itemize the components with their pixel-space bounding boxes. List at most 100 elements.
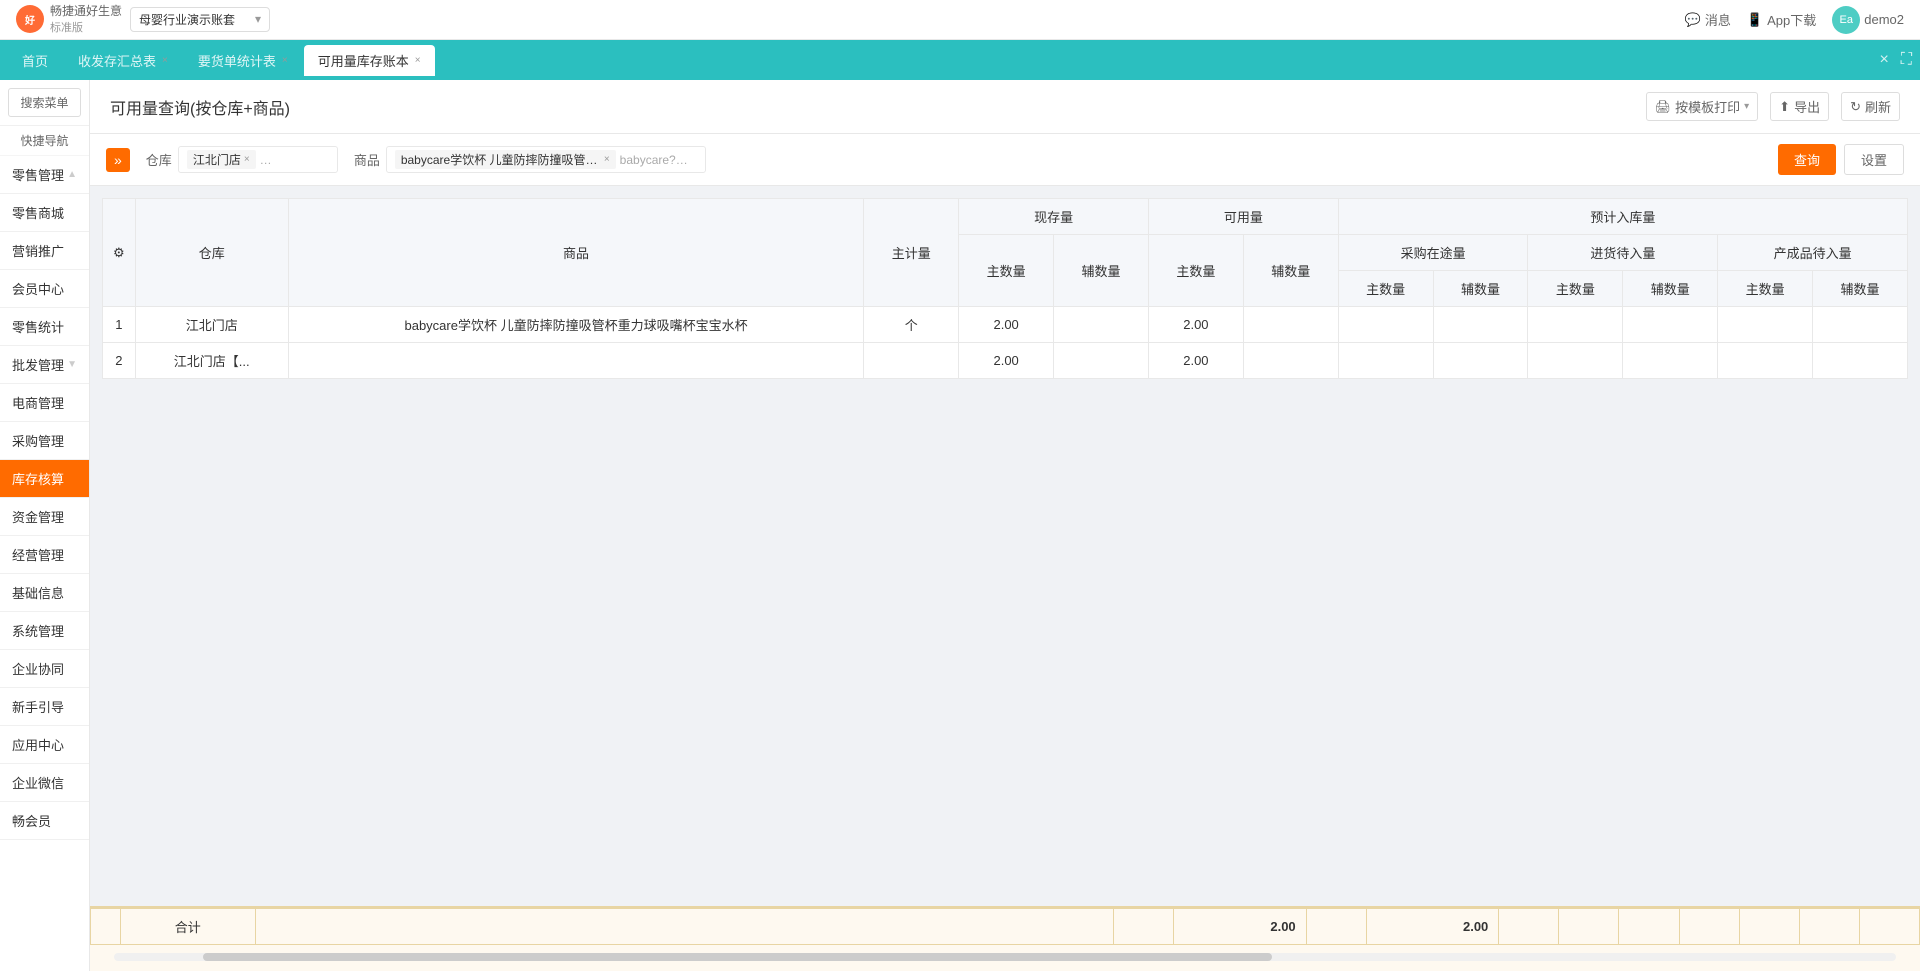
table-area: ⚙ 仓库 商品 主计量 现存量 可用量 预计入库量 主数量 辅数量 主数量 辅数… bbox=[90, 186, 1920, 906]
sidebar-item-purchase[interactable]: 采购管理 bbox=[0, 422, 89, 460]
col-avail-main-header: 主数量 bbox=[1148, 235, 1243, 307]
sidebar-enterprise-wechat-label: 企业微信 bbox=[12, 773, 64, 792]
sidebar-item-basic-info[interactable]: 基础信息 bbox=[0, 574, 89, 612]
page-title: 可用量查询(按仓库+商品) bbox=[110, 95, 290, 119]
sidebar-basic-info-label: 基础信息 bbox=[12, 583, 64, 602]
tab-order-stats-close[interactable]: × bbox=[282, 55, 288, 66]
tab-order-stats[interactable]: 要货单统计表 × bbox=[184, 45, 302, 76]
tab-available-inventory[interactable]: 可用量库存账本 × bbox=[304, 45, 435, 76]
template-print-btn[interactable]: 🖨 按模板打印 ▾ bbox=[1646, 92, 1759, 121]
warehouse-tag-text: 江北门店 bbox=[193, 151, 241, 168]
filter-area: » 仓库 江北门店 × … 商品 babycare学饮杯 儿童防摔防撞吸管杯重力… bbox=[90, 134, 1920, 186]
sidebar-item-new-guide[interactable]: 新手引导 bbox=[0, 688, 89, 726]
user-avatar: Ea bbox=[1832, 6, 1860, 34]
sidebar-app-center-label: 应用中心 bbox=[12, 735, 64, 754]
tab-collection-close[interactable]: × bbox=[162, 55, 168, 66]
product-more-text: babycare?… bbox=[620, 153, 688, 167]
product-tags-input[interactable]: babycare学饮杯 儿童防摔防撞吸管杯重力球吸嘴杯宝宝水杯 × babyca… bbox=[386, 146, 706, 173]
fullscreen-btn[interactable]: ⛶ bbox=[1901, 51, 1912, 69]
warehouse-tag-close[interactable]: × bbox=[244, 154, 250, 165]
row1-in-main bbox=[1528, 307, 1623, 343]
search-menu-btn[interactable]: 搜索菜单 bbox=[8, 88, 81, 117]
row2-in-main bbox=[1528, 343, 1623, 379]
sidebar-item-retail-stats[interactable]: 零售统计 bbox=[0, 308, 89, 346]
footer-label: 合计 bbox=[121, 909, 256, 945]
col-in-main-header: 主数量 bbox=[1528, 271, 1623, 307]
warehouse-tags-input[interactable]: 江北门店 × … bbox=[178, 146, 338, 173]
tab-collection[interactable]: 收发存汇总表 × bbox=[64, 45, 182, 76]
row1-unit: 个 bbox=[864, 307, 959, 343]
row1-product: babycare学饮杯 儿童防摔防撞吸管杯重力球吸嘴杯宝宝水杯 bbox=[288, 307, 864, 343]
refresh-btn[interactable]: ↻ 刷新 bbox=[1841, 92, 1900, 121]
row1-pt-main bbox=[1338, 307, 1433, 343]
sidebar-item-operations[interactable]: 经营管理 bbox=[0, 536, 89, 574]
close-all-tabs-btn[interactable]: × bbox=[1871, 51, 1896, 69]
row2-in-aux bbox=[1623, 343, 1718, 379]
top-bar-right: 💬 消息 📱 App下载 Ea demo2 bbox=[1685, 6, 1904, 34]
sidebar-retail-stats-label: 零售统计 bbox=[12, 317, 64, 336]
row2-pt-aux bbox=[1433, 343, 1528, 379]
row2-stock-main: 2.00 bbox=[959, 343, 1054, 379]
content-area: 可用量查询(按仓库+商品) 🖨 按模板打印 ▾ ⬆ 导出 ↻ 刷新 » bbox=[90, 80, 1920, 971]
chevron-down-icon: ▼ bbox=[67, 359, 77, 370]
sidebar-retail-mgmt-label: 零售管理 bbox=[12, 165, 64, 184]
sidebar-item-retail-mgmt[interactable]: 零售管理 ▲ bbox=[0, 156, 89, 194]
sidebar-marketing-label: 营销推广 bbox=[12, 241, 64, 260]
sidebar-item-enterprise-collab[interactable]: 企业协同 bbox=[0, 650, 89, 688]
sidebar-item-retail-store[interactable]: 零售商城 bbox=[0, 194, 89, 232]
sidebar-item-member-center[interactable]: 会员中心 bbox=[0, 270, 89, 308]
col-pt-aux-header: 辅数量 bbox=[1433, 271, 1528, 307]
warehouse-label: 仓库 bbox=[146, 150, 172, 169]
product-tag-babycare: babycare学饮杯 儿童防摔防撞吸管杯重力球吸嘴杯宝宝水杯 × bbox=[395, 150, 616, 169]
sidebar-vip-member-label: 畅会员 bbox=[12, 811, 51, 830]
col-purchase-transit-header: 采购在途量 bbox=[1338, 235, 1528, 271]
message-btn[interactable]: 💬 消息 bbox=[1685, 10, 1731, 29]
user-name: demo2 bbox=[1864, 12, 1904, 27]
app-download-btn[interactable]: 📱 App下载 bbox=[1747, 10, 1816, 29]
sidebar-purchase-label: 采购管理 bbox=[12, 431, 64, 450]
sidebar-item-app-center[interactable]: 应用中心 bbox=[0, 726, 89, 764]
industry-selector[interactable]: 母婴行业演示账套 ▾ bbox=[130, 7, 270, 32]
row2-warehouse: 江北门店【... bbox=[135, 343, 288, 379]
quick-nav-btn[interactable]: 快捷导航 bbox=[0, 126, 89, 156]
product-tag-close[interactable]: × bbox=[604, 154, 610, 165]
tab-available-inventory-close[interactable]: × bbox=[415, 55, 421, 66]
horizontal-scrollbar[interactable] bbox=[90, 945, 1920, 971]
tab-home-label: 首页 bbox=[22, 51, 48, 70]
col-product-header: 商品 bbox=[288, 199, 864, 307]
sidebar-system-mgmt-label: 系统管理 bbox=[12, 621, 64, 640]
user-profile-btn[interactable]: Ea demo2 bbox=[1832, 6, 1904, 34]
sidebar-item-finance[interactable]: 资金管理 bbox=[0, 498, 89, 536]
export-btn[interactable]: ⬆ 导出 bbox=[1770, 92, 1829, 121]
query-btn[interactable]: 查询 bbox=[1778, 144, 1836, 175]
footer-avail-main-total: 2.00 bbox=[1366, 909, 1499, 945]
row2-num: 2 bbox=[103, 343, 136, 379]
sidebar-item-marketing[interactable]: 营销推广 bbox=[0, 232, 89, 270]
logo-text-area: 畅捷通好生意 标准版 bbox=[50, 4, 122, 34]
sidebar-enterprise-collab-label: 企业协同 bbox=[12, 659, 64, 678]
col-planned-group-header: 预计入库量 bbox=[1338, 199, 1907, 235]
sidebar-item-system-mgmt[interactable]: 系统管理 bbox=[0, 612, 89, 650]
export-icon: ⬆ bbox=[1779, 99, 1790, 115]
sidebar-new-guide-label: 新手引导 bbox=[12, 697, 64, 716]
sidebar-item-ecommerce[interactable]: 电商管理 bbox=[0, 384, 89, 422]
logo-area: 好 畅捷通好生意 标准版 bbox=[16, 4, 122, 34]
tab-available-inventory-label: 可用量库存账本 bbox=[318, 51, 409, 70]
page-actions: 🖨 按模板打印 ▾ ⬆ 导出 ↻ 刷新 bbox=[1646, 92, 1900, 121]
user-avatar-text: Ea bbox=[1840, 14, 1853, 26]
row2-avail-main: 2.00 bbox=[1148, 343, 1243, 379]
row2-product bbox=[288, 343, 864, 379]
tab-bar: 首页 收发存汇总表 × 要货单统计表 × 可用量库存账本 × × ⛶ bbox=[0, 40, 1920, 80]
row1-prod-aux bbox=[1813, 307, 1908, 343]
sidebar-item-enterprise-wechat[interactable]: 企业微信 bbox=[0, 764, 89, 802]
sidebar-item-wholesale-mgmt[interactable]: 批发管理 ▼ bbox=[0, 346, 89, 384]
filter-expand-btn[interactable]: » bbox=[106, 148, 130, 172]
col-settings-header[interactable]: ⚙ bbox=[103, 199, 136, 307]
sidebar-item-vip-member[interactable]: 畅会员 bbox=[0, 802, 89, 840]
warehouse-more-btn[interactable]: … bbox=[260, 153, 272, 167]
tab-home[interactable]: 首页 bbox=[8, 45, 62, 76]
app-logo-icon: 好 bbox=[16, 5, 44, 33]
product-filter: 商品 babycare学饮杯 儿童防摔防撞吸管杯重力球吸嘴杯宝宝水杯 × bab… bbox=[354, 146, 706, 173]
settings-filter-btn[interactable]: 设置 bbox=[1844, 144, 1904, 175]
sidebar-item-inventory-check[interactable]: 库存核算 bbox=[0, 460, 89, 498]
